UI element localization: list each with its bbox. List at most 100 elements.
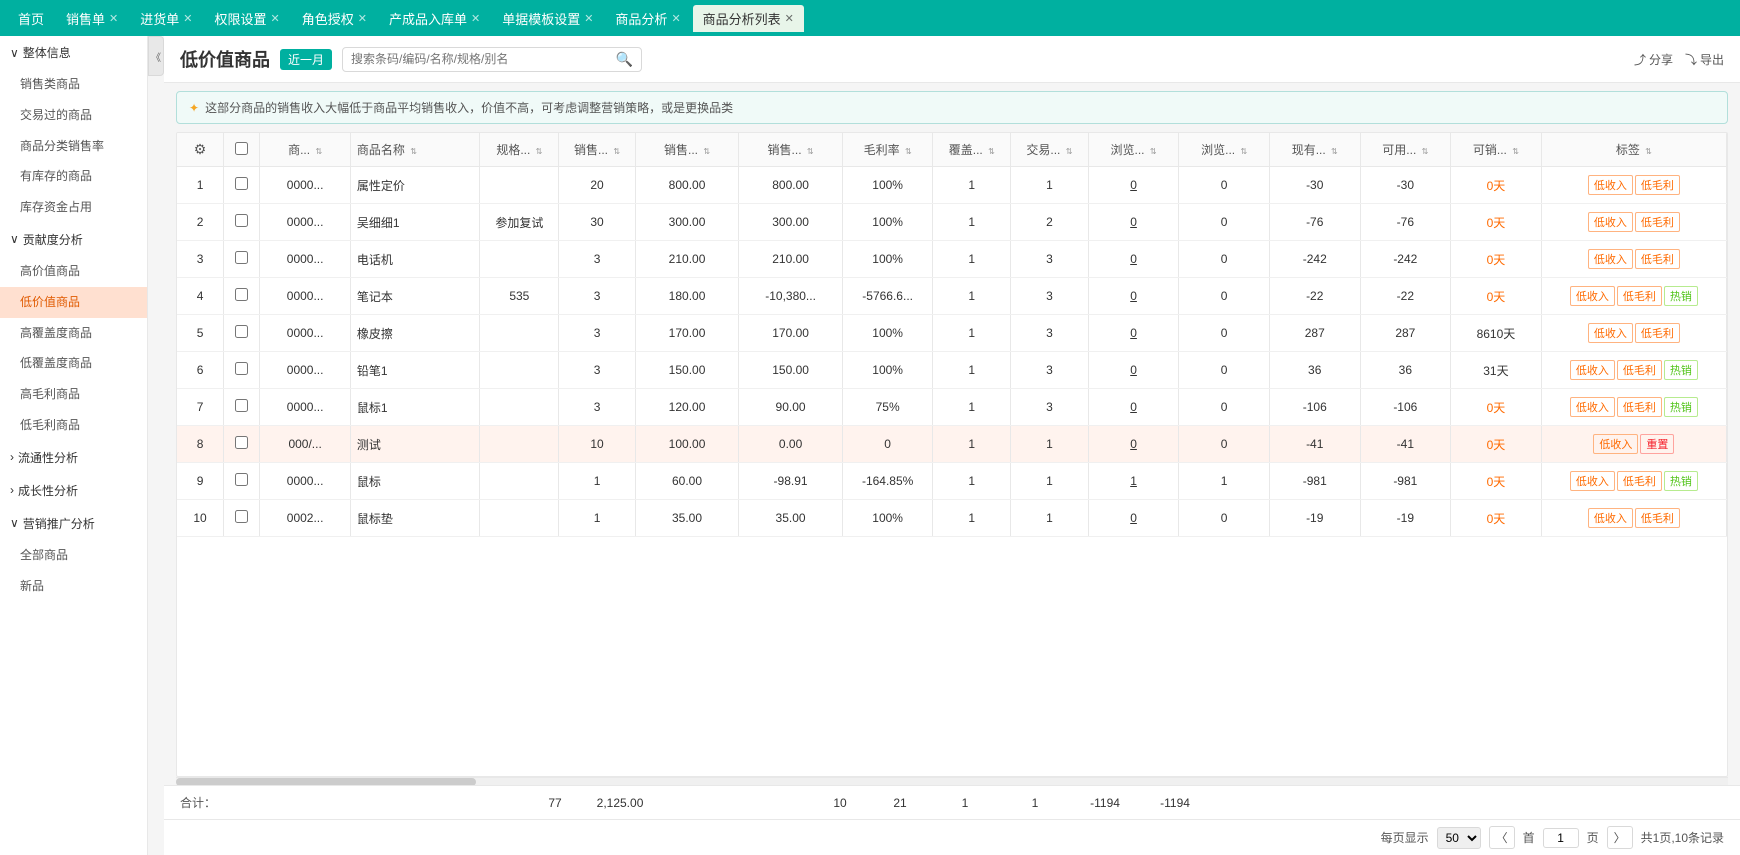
close-icon[interactable]: ✕ <box>671 12 680 25</box>
col-header-sell[interactable]: 可销... ⇅ <box>1451 133 1542 167</box>
col-header-tag[interactable]: 标签 ⇅ <box>1541 133 1726 167</box>
col-header-spec[interactable]: 规格... ⇅ <box>480 133 559 167</box>
col-header-trade[interactable]: 交易... ⇅ <box>1011 133 1089 167</box>
row-checkbox[interactable] <box>224 463 260 500</box>
horizontal-scrollbar[interactable] <box>176 777 1728 785</box>
sidebar-item-low-value[interactable]: 低价值商品 <box>0 287 147 318</box>
browse-link[interactable]: 0 <box>1130 326 1137 340</box>
col-header-checkbox[interactable] <box>224 133 260 167</box>
col-header-cover[interactable]: 覆盖... ⇅ <box>933 133 1011 167</box>
browse-link[interactable]: 0 <box>1130 252 1137 266</box>
col-header-sale3[interactable]: 销售... ⇅ <box>739 133 843 167</box>
row-browse1[interactable]: 0 <box>1088 315 1179 352</box>
row-select-checkbox[interactable] <box>235 362 248 375</box>
nav-product-analysis[interactable]: 商品分析 ✕ <box>605 5 690 32</box>
share-button[interactable]: ⤴ 分享 <box>1634 51 1673 68</box>
sidebar-item-stock-products[interactable]: 有库存的商品 <box>0 161 147 192</box>
export-button[interactable]: ⤵ 导出 <box>1685 51 1724 68</box>
settings-icon[interactable]: ⚙ <box>194 141 207 157</box>
col-header-browse2[interactable]: 浏览... ⇅ <box>1179 133 1270 167</box>
sidebar-group-growth[interactable]: › 成长性分析 <box>0 474 147 507</box>
close-icon[interactable]: ✕ <box>271 12 280 25</box>
nav-role[interactable]: 角色授权 ✕ <box>292 5 377 32</box>
browse-link[interactable]: 0 <box>1130 178 1137 192</box>
browse-link[interactable]: 0 <box>1130 400 1137 414</box>
row-checkbox[interactable] <box>224 241 260 278</box>
close-icon[interactable]: ✕ <box>471 12 480 25</box>
sidebar-item-low-margin[interactable]: 低毛利商品 <box>0 410 147 441</box>
time-badge[interactable]: 近一月 <box>280 49 332 70</box>
row-browse1[interactable]: 0 <box>1088 500 1179 537</box>
sidebar-collapse-button[interactable]: 《 <box>148 36 164 76</box>
sidebar-item-category-rate[interactable]: 商品分类销售率 <box>0 131 147 162</box>
sidebar-group-overview[interactable]: ∨ 整体信息 <box>0 36 147 69</box>
browse-link[interactable]: 1 <box>1130 474 1137 488</box>
search-icon[interactable]: 🔍 <box>616 51 633 68</box>
next-page-button[interactable]: 〉 <box>1607 826 1633 849</box>
row-select-checkbox[interactable] <box>235 214 248 227</box>
row-browse1[interactable]: 0 <box>1088 204 1179 241</box>
sidebar-item-stock-capital[interactable]: 库存资金占用 <box>0 192 147 223</box>
row-checkbox[interactable] <box>224 204 260 241</box>
col-header-code[interactable]: 商... ⇅ <box>260 133 351 167</box>
sidebar-item-high-value[interactable]: 高价值商品 <box>0 256 147 287</box>
data-table-container[interactable]: ⚙ 商... ⇅ 商品名称 ⇅ 规格... ⇅ 销售... ⇅ 销售... ⇅ … <box>176 132 1728 777</box>
col-header-sale1[interactable]: 销售... ⇅ <box>559 133 635 167</box>
row-checkbox[interactable] <box>224 500 260 537</box>
row-select-checkbox[interactable] <box>235 510 248 523</box>
row-checkbox[interactable] <box>224 389 260 426</box>
row-browse1[interactable]: 0 <box>1088 278 1179 315</box>
browse-link[interactable]: 0 <box>1130 511 1137 525</box>
row-browse1[interactable]: 0 <box>1088 352 1179 389</box>
col-header-avail[interactable]: 可用... ⇅ <box>1360 133 1451 167</box>
row-browse1[interactable]: 0 <box>1088 241 1179 278</box>
row-select-checkbox[interactable] <box>235 325 248 338</box>
sidebar-item-high-coverage[interactable]: 高覆盖度商品 <box>0 318 147 349</box>
row-checkbox[interactable] <box>224 278 260 315</box>
close-icon[interactable]: ✕ <box>584 12 593 25</box>
nav-permission[interactable]: 权限设置 ✕ <box>204 5 289 32</box>
row-checkbox[interactable] <box>224 315 260 352</box>
col-header-browse1[interactable]: 浏览... ⇅ <box>1088 133 1179 167</box>
row-select-checkbox[interactable] <box>235 436 248 449</box>
close-icon[interactable]: ✕ <box>109 12 118 25</box>
col-header-rate[interactable]: 毛利率 ⇅ <box>842 133 933 167</box>
per-page-select[interactable]: 50 <box>1437 827 1481 849</box>
col-header-curr[interactable]: 现有... ⇅ <box>1269 133 1360 167</box>
browse-link[interactable]: 0 <box>1130 437 1137 451</box>
nav-template[interactable]: 单据模板设置 ✕ <box>492 5 603 32</box>
sidebar-group-contribution[interactable]: ∨ 贡献度分析 <box>0 223 147 256</box>
sidebar-item-sales-products[interactable]: 销售类商品 <box>0 69 147 100</box>
close-icon[interactable]: ✕ <box>358 12 367 25</box>
row-select-checkbox[interactable] <box>235 251 248 264</box>
first-page-button[interactable]: 〈 <box>1489 826 1515 849</box>
row-checkbox[interactable] <box>224 426 260 463</box>
row-browse1[interactable]: 1 <box>1088 463 1179 500</box>
sidebar-group-marketing[interactable]: ∨ 营销推广分析 <box>0 507 147 540</box>
col-header-settings[interactable]: ⚙ <box>177 133 224 167</box>
row-checkbox[interactable] <box>224 167 260 204</box>
row-checkbox[interactable] <box>224 352 260 389</box>
select-all-checkbox[interactable] <box>235 142 248 155</box>
sidebar-item-high-margin[interactable]: 高毛利商品 <box>0 379 147 410</box>
nav-product-storage[interactable]: 产成品入库单 ✕ <box>379 5 490 32</box>
close-icon[interactable]: ✕ <box>183 12 192 25</box>
row-select-checkbox[interactable] <box>235 288 248 301</box>
sidebar-item-all-products[interactable]: 全部商品 <box>0 540 147 571</box>
search-input[interactable] <box>351 52 611 66</box>
browse-link[interactable]: 0 <box>1130 289 1137 303</box>
page-number-input[interactable] <box>1543 828 1579 848</box>
browse-link[interactable]: 0 <box>1130 363 1137 377</box>
row-browse1[interactable]: 0 <box>1088 426 1179 463</box>
sidebar-item-traded-products[interactable]: 交易过的商品 <box>0 100 147 131</box>
nav-home[interactable]: 首页 <box>8 5 54 32</box>
sidebar-group-flow[interactable]: › 流通性分析 <box>0 441 147 474</box>
sidebar-item-new-products[interactable]: 新品 <box>0 571 147 602</box>
close-icon[interactable]: ✕ <box>785 12 794 25</box>
nav-purchase[interactable]: 进货单 ✕ <box>130 5 202 32</box>
nav-sales[interactable]: 销售单 ✕ <box>56 5 128 32</box>
browse-link[interactable]: 0 <box>1130 215 1137 229</box>
col-header-sale2[interactable]: 销售... ⇅ <box>635 133 739 167</box>
row-select-checkbox[interactable] <box>235 473 248 486</box>
sidebar-item-low-coverage[interactable]: 低覆盖度商品 <box>0 348 147 379</box>
